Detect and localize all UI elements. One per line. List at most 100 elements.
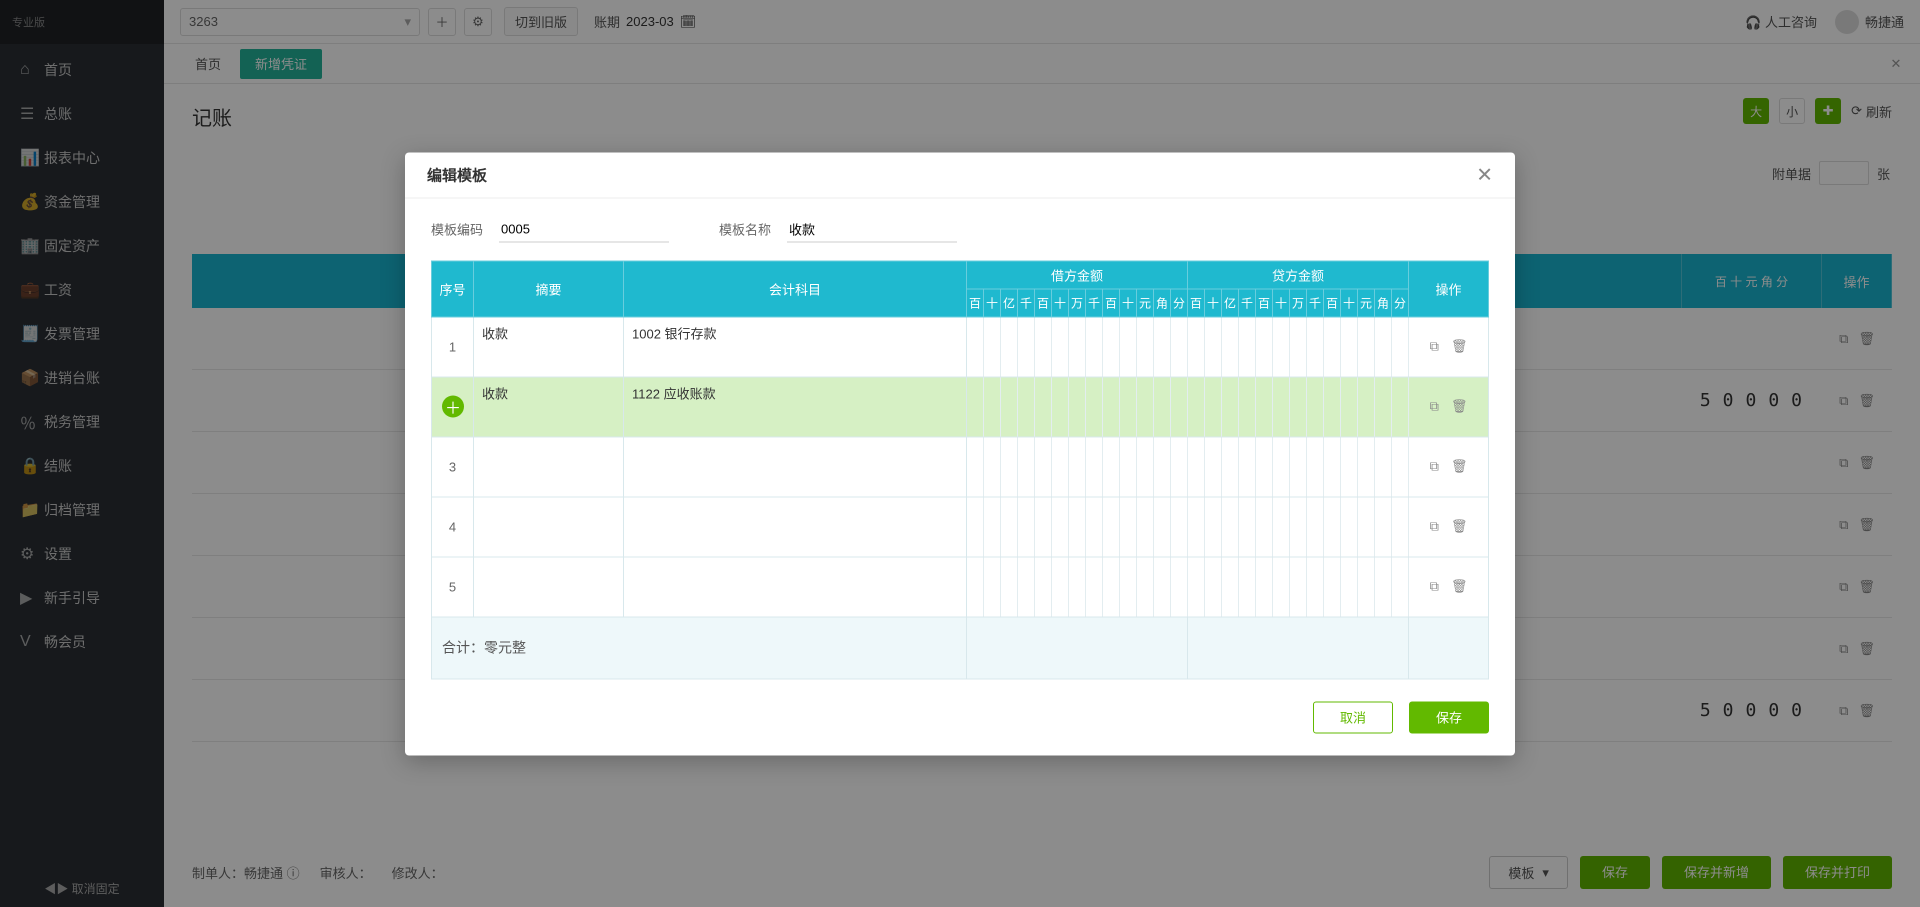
digit-cell[interactable] bbox=[967, 497, 984, 557]
copy-icon[interactable]: ⧉ bbox=[1430, 519, 1439, 535]
digit-cell[interactable] bbox=[1120, 497, 1137, 557]
digit-cell[interactable] bbox=[1324, 497, 1341, 557]
digit-cell[interactable] bbox=[1290, 557, 1307, 617]
digit-cell[interactable] bbox=[1137, 317, 1154, 377]
delete-icon[interactable]: 🗑 bbox=[1451, 339, 1468, 355]
digit-cell[interactable] bbox=[1188, 497, 1205, 557]
digit-cell[interactable] bbox=[1307, 497, 1324, 557]
digit-cell[interactable] bbox=[1052, 557, 1069, 617]
digit-cell[interactable] bbox=[1069, 377, 1086, 437]
digit-cell[interactable] bbox=[1392, 497, 1409, 557]
digit-cell[interactable] bbox=[1188, 317, 1205, 377]
digit-cell[interactable] bbox=[1222, 557, 1239, 617]
digit-cell[interactable] bbox=[1018, 497, 1035, 557]
digit-cell[interactable] bbox=[967, 437, 984, 497]
summary-cell[interactable] bbox=[474, 437, 624, 497]
digit-cell[interactable] bbox=[1188, 557, 1205, 617]
digit-cell[interactable] bbox=[1239, 497, 1256, 557]
digit-cell[interactable] bbox=[1324, 557, 1341, 617]
digit-cell[interactable] bbox=[1154, 497, 1171, 557]
digit-cell[interactable] bbox=[1273, 377, 1290, 437]
digit-cell[interactable] bbox=[1256, 497, 1273, 557]
digit-cell[interactable] bbox=[1069, 437, 1086, 497]
digit-cell[interactable] bbox=[1256, 557, 1273, 617]
digit-cell[interactable] bbox=[1171, 497, 1188, 557]
digit-cell[interactable] bbox=[1171, 437, 1188, 497]
digit-cell[interactable] bbox=[984, 497, 1001, 557]
digit-cell[interactable] bbox=[1307, 317, 1324, 377]
digit-cell[interactable] bbox=[1103, 377, 1120, 437]
subject-cell[interactable]: 1122 应收账款 bbox=[624, 377, 967, 437]
digit-cell[interactable] bbox=[1120, 437, 1137, 497]
digit-cell[interactable] bbox=[1290, 497, 1307, 557]
digit-cell[interactable] bbox=[1035, 317, 1052, 377]
digit-cell[interactable] bbox=[1239, 557, 1256, 617]
digit-cell[interactable] bbox=[1137, 557, 1154, 617]
digit-cell[interactable] bbox=[1120, 317, 1137, 377]
digit-cell[interactable] bbox=[1290, 377, 1307, 437]
delete-icon[interactable]: 🗑 bbox=[1451, 519, 1468, 535]
digit-cell[interactable] bbox=[1290, 317, 1307, 377]
digit-cell[interactable] bbox=[1358, 437, 1375, 497]
digit-cell[interactable] bbox=[1103, 557, 1120, 617]
digit-cell[interactable] bbox=[1035, 557, 1052, 617]
digit-cell[interactable] bbox=[1001, 557, 1018, 617]
digit-cell[interactable] bbox=[1069, 497, 1086, 557]
subject-cell[interactable] bbox=[624, 497, 967, 557]
digit-cell[interactable] bbox=[1222, 377, 1239, 437]
digit-cell[interactable] bbox=[1222, 497, 1239, 557]
digit-cell[interactable] bbox=[1222, 437, 1239, 497]
digit-cell[interactable] bbox=[1052, 437, 1069, 497]
digit-cell[interactable] bbox=[1307, 557, 1324, 617]
digit-cell[interactable] bbox=[1052, 317, 1069, 377]
digit-cell[interactable] bbox=[1273, 497, 1290, 557]
digit-cell[interactable] bbox=[1307, 377, 1324, 437]
digit-cell[interactable] bbox=[1069, 317, 1086, 377]
digit-cell[interactable] bbox=[1375, 557, 1392, 617]
digit-cell[interactable] bbox=[1375, 317, 1392, 377]
digit-cell[interactable] bbox=[1239, 317, 1256, 377]
digit-cell[interactable] bbox=[1120, 377, 1137, 437]
digit-cell[interactable] bbox=[1341, 377, 1358, 437]
digit-cell[interactable] bbox=[1205, 557, 1222, 617]
digit-cell[interactable] bbox=[1171, 377, 1188, 437]
digit-cell[interactable] bbox=[1256, 377, 1273, 437]
delete-icon[interactable]: 🗑 bbox=[1451, 579, 1468, 595]
digit-cell[interactable] bbox=[1273, 437, 1290, 497]
subject-cell[interactable] bbox=[624, 557, 967, 617]
digit-cell[interactable] bbox=[1358, 497, 1375, 557]
digit-cell[interactable] bbox=[1103, 497, 1120, 557]
digit-cell[interactable] bbox=[1103, 317, 1120, 377]
digit-cell[interactable] bbox=[1018, 377, 1035, 437]
digit-cell[interactable] bbox=[1001, 377, 1018, 437]
digit-cell[interactable] bbox=[1154, 377, 1171, 437]
digit-cell[interactable] bbox=[1256, 437, 1273, 497]
digit-cell[interactable] bbox=[1069, 557, 1086, 617]
digit-cell[interactable] bbox=[1392, 317, 1409, 377]
digit-cell[interactable] bbox=[1154, 317, 1171, 377]
digit-cell[interactable] bbox=[1205, 317, 1222, 377]
digit-cell[interactable] bbox=[1137, 437, 1154, 497]
digit-cell[interactable] bbox=[967, 557, 984, 617]
digit-cell[interactable] bbox=[1188, 437, 1205, 497]
template-code-input[interactable] bbox=[499, 216, 669, 242]
digit-cell[interactable] bbox=[1171, 317, 1188, 377]
subject-cell[interactable] bbox=[624, 437, 967, 497]
digit-cell[interactable] bbox=[1324, 437, 1341, 497]
digit-cell[interactable] bbox=[1001, 497, 1018, 557]
digit-cell[interactable] bbox=[1392, 377, 1409, 437]
digit-cell[interactable] bbox=[1001, 437, 1018, 497]
digit-cell[interactable] bbox=[967, 317, 984, 377]
digit-cell[interactable] bbox=[1035, 377, 1052, 437]
digit-cell[interactable] bbox=[1154, 437, 1171, 497]
digit-cell[interactable] bbox=[1086, 497, 1103, 557]
digit-cell[interactable] bbox=[1341, 317, 1358, 377]
cancel-button[interactable]: 取消 bbox=[1313, 701, 1393, 733]
digit-cell[interactable] bbox=[1205, 437, 1222, 497]
digit-cell[interactable] bbox=[1086, 557, 1103, 617]
digit-cell[interactable] bbox=[1086, 377, 1103, 437]
digit-cell[interactable] bbox=[1375, 497, 1392, 557]
digit-cell[interactable] bbox=[984, 317, 1001, 377]
digit-cell[interactable] bbox=[1188, 377, 1205, 437]
digit-cell[interactable] bbox=[1052, 497, 1069, 557]
